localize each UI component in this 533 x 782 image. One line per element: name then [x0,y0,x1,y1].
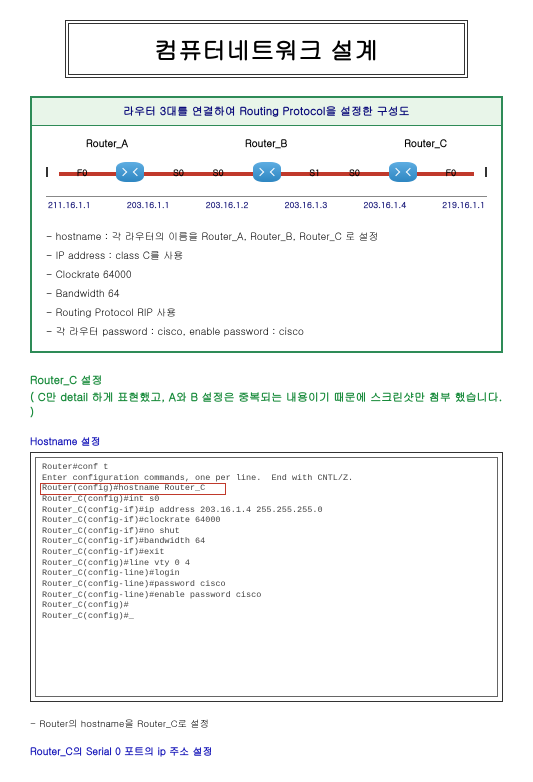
ip-6: 219.16.1.1 [442,199,485,211]
frame-title: 라우터 3대를 연결하여 Routing Protocol을 설정한 구성도 [32,98,501,126]
term-line: Router_C(config-if)#ip address 203.16.1.… [42,505,323,515]
router-a-icon [116,162,144,182]
bullet-hostname: - hostname : 각 라우터의 이름을 Router_A, Router… [46,227,487,246]
router-b-icon [253,162,281,182]
term-line: Router_C(config)# [42,600,129,610]
bullet-bandwidth: - Bandwidth 64 [46,284,487,303]
term-line: Router#conf t [42,462,108,472]
port-b-s1: S1 [309,166,320,179]
diagram-frame: 라우터 3대를 연결하여 Routing Protocol을 설정한 구성도 R… [30,96,503,353]
ip-5: 203.16.1.4 [363,199,406,211]
term-line: Router(config)#hostname Router_C [42,483,205,493]
footer-note: - Router의 hostname을 Router_C로 설정 [30,716,503,730]
topology-row: F0 S0 S0 S1 S0 F0 [46,152,487,192]
terminal-output: Router#conf t Enter configuration comman… [35,457,498,697]
bullet-rip: - Routing Protocol RIP 사용 [46,303,487,322]
term-line: Router_C(config)#_ [42,611,134,621]
router-b-label: Router_B [245,136,287,150]
router-c-note: ( C만 detail 하게 표현했고, A와 B 설정은 중복되는 내용이기 … [30,390,503,420]
terminal-frame: Router#conf t Enter configuration comman… [30,452,503,702]
bullet-ip: - IP address : class C를 사용 [46,246,487,265]
ip-3: 203.16.1.2 [206,199,249,211]
term-line: Router_C(config-line)#login [42,568,180,578]
router-c-icon [389,162,417,182]
serial0-subheading: Router_C의 Serial 0 포트의 ip 주소 설정 [30,744,503,758]
network-diagram: Router_A Router_B Router_C F0 S0 S0 S1 S… [32,126,501,217]
term-line: Router_C(config-if)#no shut [42,526,180,536]
ip-1: 211.16.1.1 [48,199,91,211]
hostname-subheading: Hostname 설정 [30,434,503,448]
term-line: Router_C(config)#int s0 [42,494,159,504]
term-line: Router_C(config-if)#bandwidth 64 [42,536,205,546]
term-line: Enter configuration commands, one per li… [42,473,353,483]
bullet-password: - 각 라우터 password : cisco, enable passwor… [46,322,487,341]
endpoint-tick [46,167,48,177]
bullet-clockrate: - Clockrate 64000 [46,265,487,284]
port-b-s0: S0 [213,166,224,179]
port-c-f0: F0 [446,166,457,179]
term-line: Router_C(config-if)#clockrate 64000 [42,515,221,525]
router-a-label: Router_A [86,136,128,150]
port-a-s0: S0 [173,166,184,179]
ip-2: 203.16.1.1 [127,199,170,211]
router-c-label: Router_C [404,136,447,150]
ip-row: 211.16.1.1 203.16.1.1 203.16.1.2 203.16.… [46,196,487,211]
term-line: Router_C(config-line)#enable password ci… [42,590,261,600]
port-c-s0: S0 [349,166,360,179]
ip-4: 203.16.1.3 [285,199,328,211]
term-line: Router_C(config-if)#exit [42,547,164,557]
config-bullets: - hostname : 각 라우터의 이름을 Router_A, Router… [32,217,501,351]
term-line: Router_C(config)#line vty 0 4 [42,558,190,568]
page-title: 컴퓨터네트워크 설계 [65,20,467,78]
port-a-f0: F0 [77,166,88,179]
router-c-heading: Router_C 설정 [30,373,503,388]
term-line: Router_C(config-line)#password cisco [42,579,226,589]
endpoint-tick [485,167,487,177]
